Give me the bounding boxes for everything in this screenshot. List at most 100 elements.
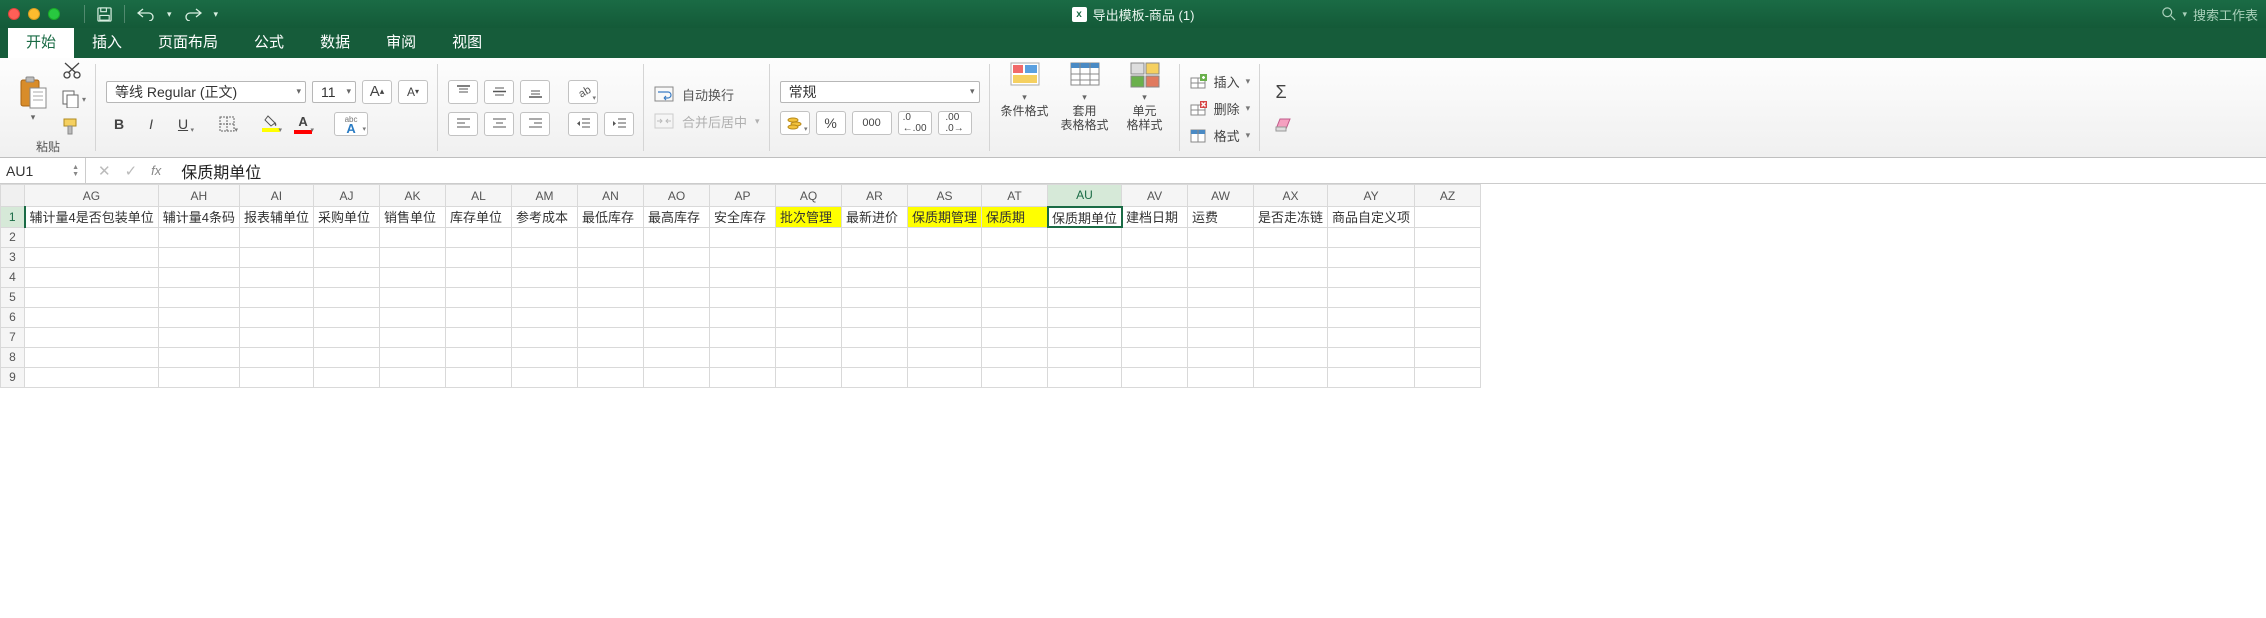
- row-header[interactable]: 5: [1, 287, 25, 307]
- cell[interactable]: [158, 327, 239, 347]
- cell[interactable]: [775, 287, 841, 307]
- cell[interactable]: [775, 367, 841, 387]
- cell[interactable]: 采购单位: [313, 207, 379, 228]
- cell[interactable]: [1415, 347, 1481, 367]
- paste-button[interactable]: ▾: [10, 76, 56, 123]
- cell[interactable]: [1254, 307, 1328, 327]
- column-header[interactable]: AJ: [313, 185, 379, 207]
- cell[interactable]: [643, 307, 709, 327]
- cell[interactable]: 库存单位: [445, 207, 511, 228]
- cell[interactable]: [982, 307, 1048, 327]
- cell[interactable]: [158, 367, 239, 387]
- cell[interactable]: [1254, 267, 1328, 287]
- align-left-button[interactable]: [448, 112, 478, 136]
- cell[interactable]: [841, 227, 907, 247]
- cell[interactable]: [25, 267, 159, 287]
- cell[interactable]: [982, 227, 1048, 247]
- cell[interactable]: [907, 307, 981, 327]
- cell[interactable]: [1415, 287, 1481, 307]
- row-header[interactable]: 1: [1, 207, 25, 228]
- cell[interactable]: [1415, 267, 1481, 287]
- column-header[interactable]: AH: [158, 185, 239, 207]
- cell[interactable]: [379, 367, 445, 387]
- cell[interactable]: [841, 327, 907, 347]
- column-header[interactable]: AG: [25, 185, 159, 207]
- cell[interactable]: [709, 267, 775, 287]
- cell[interactable]: [313, 367, 379, 387]
- cell[interactable]: [841, 307, 907, 327]
- enter-formula-button[interactable]: ✓: [125, 162, 138, 180]
- cell[interactable]: [1188, 307, 1254, 327]
- tab-插入[interactable]: 插入: [74, 25, 140, 58]
- cell[interactable]: [239, 327, 313, 347]
- column-header[interactable]: AL: [445, 185, 511, 207]
- cell[interactable]: [907, 287, 981, 307]
- cell[interactable]: [313, 227, 379, 247]
- save-icon[interactable]: [97, 7, 112, 22]
- cell[interactable]: [1415, 207, 1481, 228]
- spreadsheet-grid[interactable]: AGAHAIAJAKALAMANAOAPAQARASATAUAVAWAXAYAZ…: [0, 184, 2266, 388]
- cell[interactable]: [775, 247, 841, 267]
- cell[interactable]: [239, 307, 313, 327]
- cell[interactable]: [982, 247, 1048, 267]
- tab-页面布局[interactable]: 页面布局: [140, 25, 236, 58]
- tab-审阅[interactable]: 审阅: [368, 25, 434, 58]
- cell[interactable]: 建档日期: [1122, 207, 1188, 228]
- cell[interactable]: 安全库存: [709, 207, 775, 228]
- cell[interactable]: [379, 227, 445, 247]
- cell[interactable]: [1188, 247, 1254, 267]
- increase-font-button[interactable]: A▴: [362, 80, 392, 104]
- cell[interactable]: [709, 247, 775, 267]
- cell[interactable]: [1048, 287, 1122, 307]
- cell[interactable]: [577, 287, 643, 307]
- cell[interactable]: 运费: [1188, 207, 1254, 228]
- cell[interactable]: [1254, 247, 1328, 267]
- cell[interactable]: [841, 247, 907, 267]
- cell[interactable]: [313, 267, 379, 287]
- cancel-formula-button[interactable]: ✕: [98, 162, 111, 180]
- cell[interactable]: 保质期单位: [1048, 207, 1122, 228]
- tab-开始[interactable]: 开始: [8, 25, 74, 58]
- cell[interactable]: [445, 247, 511, 267]
- cell[interactable]: [1048, 307, 1122, 327]
- cell[interactable]: [907, 367, 981, 387]
- underline-button[interactable]: U▾: [170, 112, 196, 136]
- cell[interactable]: [25, 307, 159, 327]
- increase-indent-button[interactable]: [604, 112, 634, 136]
- cell[interactable]: [709, 347, 775, 367]
- clear-button[interactable]: [1270, 113, 1296, 137]
- align-top-button[interactable]: [448, 80, 478, 104]
- cell[interactable]: [1328, 227, 1415, 247]
- cell[interactable]: [239, 287, 313, 307]
- cell[interactable]: [25, 247, 159, 267]
- cell[interactable]: [379, 307, 445, 327]
- cell[interactable]: [982, 267, 1048, 287]
- cell[interactable]: [313, 287, 379, 307]
- row-header[interactable]: 8: [1, 347, 25, 367]
- column-header[interactable]: AM: [511, 185, 577, 207]
- merge-center-button[interactable]: 合并后居中 ▾: [654, 112, 760, 131]
- cell[interactable]: [1122, 267, 1188, 287]
- cell[interactable]: [1328, 267, 1415, 287]
- cell[interactable]: [643, 227, 709, 247]
- cell[interactable]: 最低库存: [577, 207, 643, 228]
- cell[interactable]: [643, 347, 709, 367]
- cell[interactable]: [841, 347, 907, 367]
- column-header[interactable]: AX: [1254, 185, 1328, 207]
- cell[interactable]: [577, 227, 643, 247]
- cell[interactable]: [1254, 227, 1328, 247]
- cell[interactable]: [511, 327, 577, 347]
- cell[interactable]: [25, 327, 159, 347]
- insert-cells-button[interactable]: 插入 ▾: [1190, 72, 1251, 91]
- cell[interactable]: 辅计量4是否包装单位: [25, 207, 159, 228]
- percent-button[interactable]: %: [816, 111, 846, 135]
- cell[interactable]: [445, 287, 511, 307]
- cell[interactable]: [1122, 347, 1188, 367]
- column-header[interactable]: AZ: [1415, 185, 1481, 207]
- cell[interactable]: [1415, 247, 1481, 267]
- orientation-button[interactable]: ab▾: [568, 80, 598, 104]
- column-header[interactable]: AR: [841, 185, 907, 207]
- cell[interactable]: [1048, 227, 1122, 247]
- cell[interactable]: [158, 347, 239, 367]
- cell[interactable]: [1122, 367, 1188, 387]
